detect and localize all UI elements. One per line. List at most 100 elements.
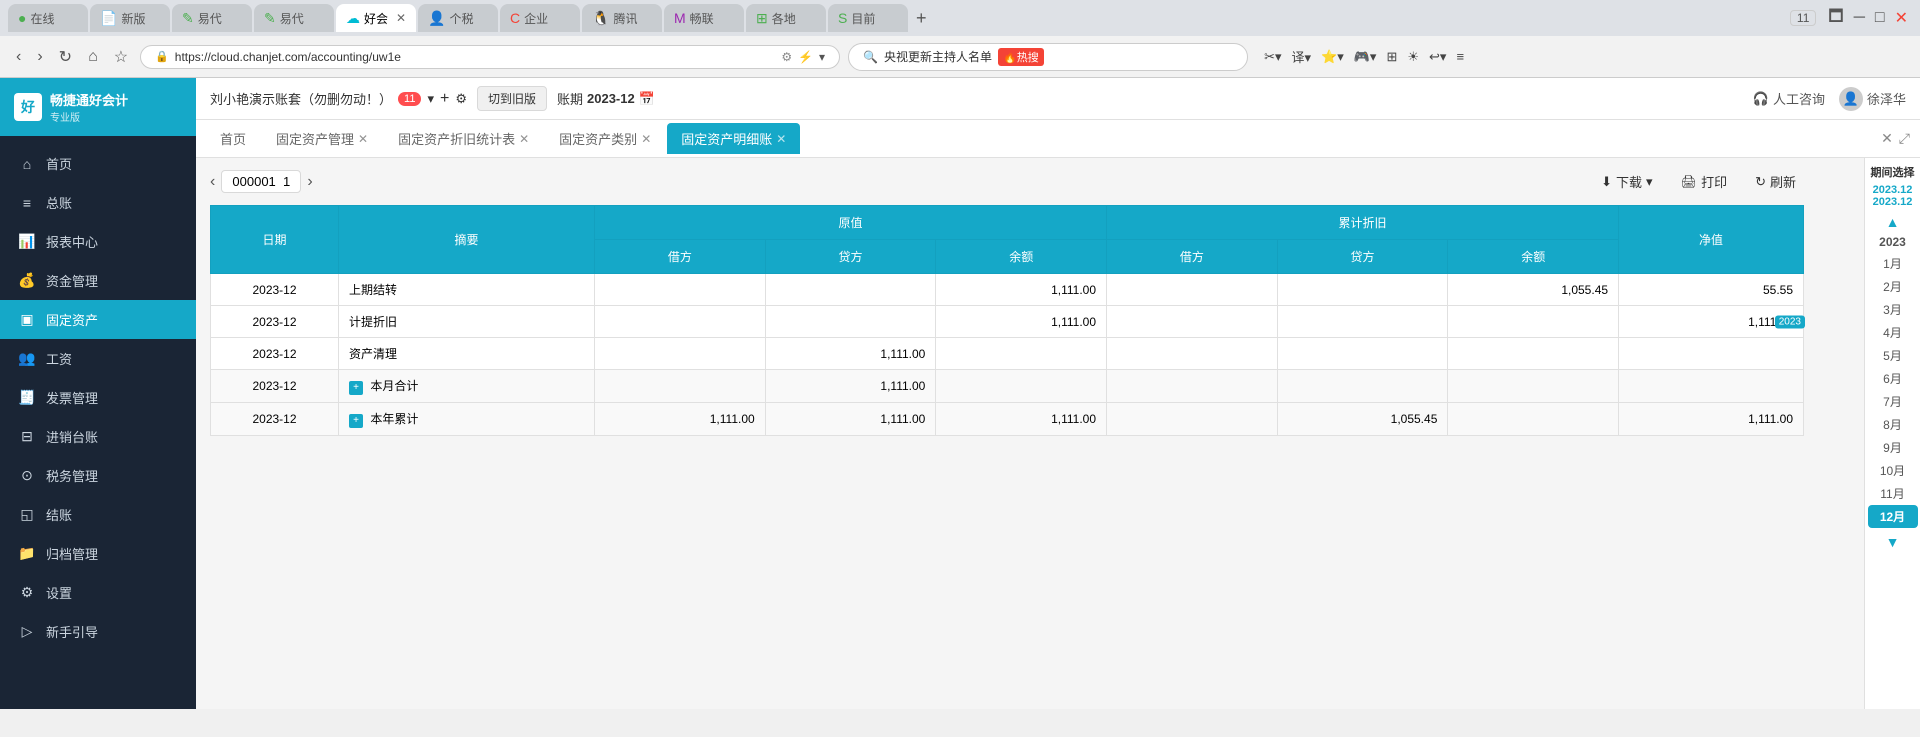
cell-date: 2023-12 (211, 403, 339, 436)
month-1[interactable]: 1月 (1868, 252, 1918, 275)
bookmark-btn[interactable]: ☆ (110, 45, 132, 69)
month-4[interactable]: 4月 (1868, 321, 1918, 344)
switch-version-btn[interactable]: 切到旧版 (477, 86, 547, 111)
dropdown-arrow[interactable]: ▾ (427, 91, 434, 107)
close-window-btn[interactable]: ✕ (1881, 130, 1893, 147)
cell-accum-debit (1107, 338, 1278, 370)
grid-icon[interactable]: ⊞ (1386, 49, 1397, 65)
report-icon: 📊 (18, 233, 36, 251)
close-tab-category[interactable]: ✕ (641, 132, 651, 146)
pager-prev-btn[interactable]: ‹ (210, 173, 215, 191)
month-3[interactable]: 3月 (1868, 298, 1918, 321)
sidebar-item-close[interactable]: ◱ 结账 (0, 495, 196, 534)
browser-tab-chang[interactable]: M 畅联 (664, 4, 744, 32)
sidebar-item-guide[interactable]: ▷ 新手引导 (0, 612, 196, 651)
browser-tab-mq[interactable]: S 目前 (828, 4, 908, 32)
close-tab-fixed-mgmt[interactable]: ✕ (358, 132, 368, 146)
add-company-btn[interactable]: + (440, 90, 449, 108)
restore-btn[interactable]: 🗖 (1824, 3, 1847, 34)
browser-tab-online[interactable]: ● 在线 (8, 4, 88, 32)
settings-btn[interactable]: ⚙ (455, 91, 467, 107)
close-btn[interactable]: ✕ (1891, 6, 1912, 30)
close-tab-depreciation-stats[interactable]: ✕ (519, 132, 529, 146)
sidebar-item-ledger[interactable]: ≡ 总账 (0, 183, 196, 222)
print-btn[interactable]: 🖨 打印 (1673, 168, 1736, 195)
page-tab-fixed-mgmt[interactable]: 固定资产管理 ✕ (262, 123, 382, 154)
sidebar-item-salary[interactable]: 👥 工资 (0, 339, 196, 378)
month-6[interactable]: 6月 (1868, 367, 1918, 390)
cell-orig-balance: 1,111.00 (936, 274, 1107, 306)
annual-icon: + (349, 414, 363, 428)
browser-tab-new[interactable]: 📄 新版 (90, 4, 170, 32)
page-tabs: 首页 固定资产管理 ✕ 固定资产折旧统计表 ✕ 固定资产类别 ✕ 固定资产明细账… (196, 120, 1920, 158)
browser-tab-active[interactable]: ☁ 好会 ✕ (336, 4, 416, 32)
sidebar-item-settings[interactable]: ⚙ 设置 (0, 573, 196, 612)
cell-accum-balance (1448, 306, 1619, 338)
pager-next-btn[interactable]: › (307, 173, 312, 191)
pager-input[interactable] (221, 170, 301, 193)
history-icon[interactable]: ↩▾ (1429, 49, 1446, 65)
user-info[interactable]: 👤 徐泽华 (1839, 87, 1906, 111)
month-8[interactable]: 8月 (1868, 413, 1918, 436)
browser-tab-yidai1[interactable]: ✎ 易代 (172, 4, 252, 32)
star-icon[interactable]: ⭐▾ (1321, 49, 1344, 65)
home-btn[interactable]: ⌂ (84, 46, 102, 68)
month-9[interactable]: 9月 (1868, 436, 1918, 459)
page-tab-depreciation-stats[interactable]: 固定资产折旧统计表 ✕ (384, 123, 543, 154)
month-5[interactable]: 5月 (1868, 344, 1918, 367)
maximize-btn[interactable]: □ (1871, 7, 1889, 29)
browser-tab-tencent[interactable]: 🐧 腾讯 (582, 4, 662, 32)
page-tab-home[interactable]: 首页 (206, 123, 260, 154)
maximize-content-btn[interactable]: ⤢ (1899, 130, 1910, 147)
sidebar-item-archive[interactable]: 📁 归档管理 (0, 534, 196, 573)
print-icon: 🖨 (1681, 174, 1698, 190)
menu-icon[interactable]: ≡ (1456, 49, 1464, 64)
month-12[interactable]: 12月 (1868, 505, 1918, 528)
sidebar-item-purchase[interactable]: ⊟ 进销台账 (0, 417, 196, 456)
month-2[interactable]: 2月 (1868, 275, 1918, 298)
browser-tab-yidai2[interactable]: ✎ 易代 (254, 4, 334, 32)
translate-icon[interactable]: 译▾ (1292, 47, 1312, 66)
browser-tab-gedi[interactable]: ⊞ 各地 (746, 4, 826, 32)
cell-accum-debit (1107, 370, 1278, 403)
browser-tab-close[interactable]: ✕ (396, 11, 406, 25)
sidebar-item-fixed-assets[interactable]: ▣ 固定资产 (0, 300, 196, 339)
browser-tab-tax[interactable]: 👤 个税 (418, 4, 498, 32)
month-10[interactable]: 10月 (1868, 459, 1918, 482)
page-tab-detail-ledger[interactable]: 固定资产明细账 ✕ (667, 123, 800, 154)
new-tab-button[interactable]: + (910, 8, 933, 29)
cell-orig-credit: 1,111.00 (765, 403, 936, 436)
search-bar[interactable]: 🔍 央视更新主持人名单 🔥热搜 (848, 43, 1248, 71)
tab-window-controls: ✕ ⤢ (1881, 130, 1910, 147)
sun-icon[interactable]: ☀ (1407, 49, 1419, 65)
browser-tab-corp[interactable]: C 企业 (500, 4, 580, 32)
sidebar-item-invoice[interactable]: 🧾 发票管理 (0, 378, 196, 417)
sidebar-item-fund[interactable]: 💰 资金管理 (0, 261, 196, 300)
scroll-up-btn[interactable]: ▲ (1884, 212, 1902, 232)
sidebar-item-home[interactable]: ⌂ 首页 (0, 144, 196, 183)
month-11[interactable]: 11月 (1868, 482, 1918, 505)
refresh-btn[interactable]: ↻ 刷新 (1747, 168, 1804, 195)
url-bar[interactable]: 🔒 https://cloud.chanjet.com/accounting/u… (140, 45, 840, 69)
minimize-btn[interactable]: ─ (1850, 7, 1869, 29)
back-btn[interactable]: ‹ (12, 46, 25, 68)
table-row: 2023-12 计提折旧 1,111.00 1,111.00 2023 (211, 306, 1804, 338)
period-value: 2023-12 (587, 91, 635, 106)
download-btn[interactable]: ⬇ 下载 ▾ (1593, 168, 1660, 195)
close-tab-detail-ledger[interactable]: ✕ (776, 132, 786, 146)
month-7[interactable]: 7月 (1868, 390, 1918, 413)
cut-icon[interactable]: ✂▾ (1264, 49, 1281, 65)
year-label[interactable]: 2023 (1868, 232, 1918, 252)
dropdown-icon[interactable]: ▾ (819, 50, 825, 64)
sidebar-item-tax[interactable]: ⊙ 税务管理 (0, 456, 196, 495)
game-icon[interactable]: 🎮▾ (1354, 49, 1377, 65)
top-bar: 刘小艳演示账套（勿删勿动！） 11 ▾ + ⚙ 切到旧版 账期 2023-12 … (196, 78, 1920, 120)
forward-btn[interactable]: › (33, 46, 46, 68)
scroll-down-btn[interactable]: ▼ (1884, 532, 1902, 552)
content-area: ‹ › ⬇ 下载 ▾ 🖨 打印 (196, 158, 1864, 709)
sidebar-item-report[interactable]: 📊 报表中心 (0, 222, 196, 261)
reload-btn[interactable]: ↻ (55, 45, 76, 69)
calendar-icon[interactable]: 📅 (639, 91, 655, 107)
page-tab-category[interactable]: 固定资产类别 ✕ (545, 123, 665, 154)
customer-service[interactable]: 🎧 人工咨询 (1753, 89, 1825, 108)
